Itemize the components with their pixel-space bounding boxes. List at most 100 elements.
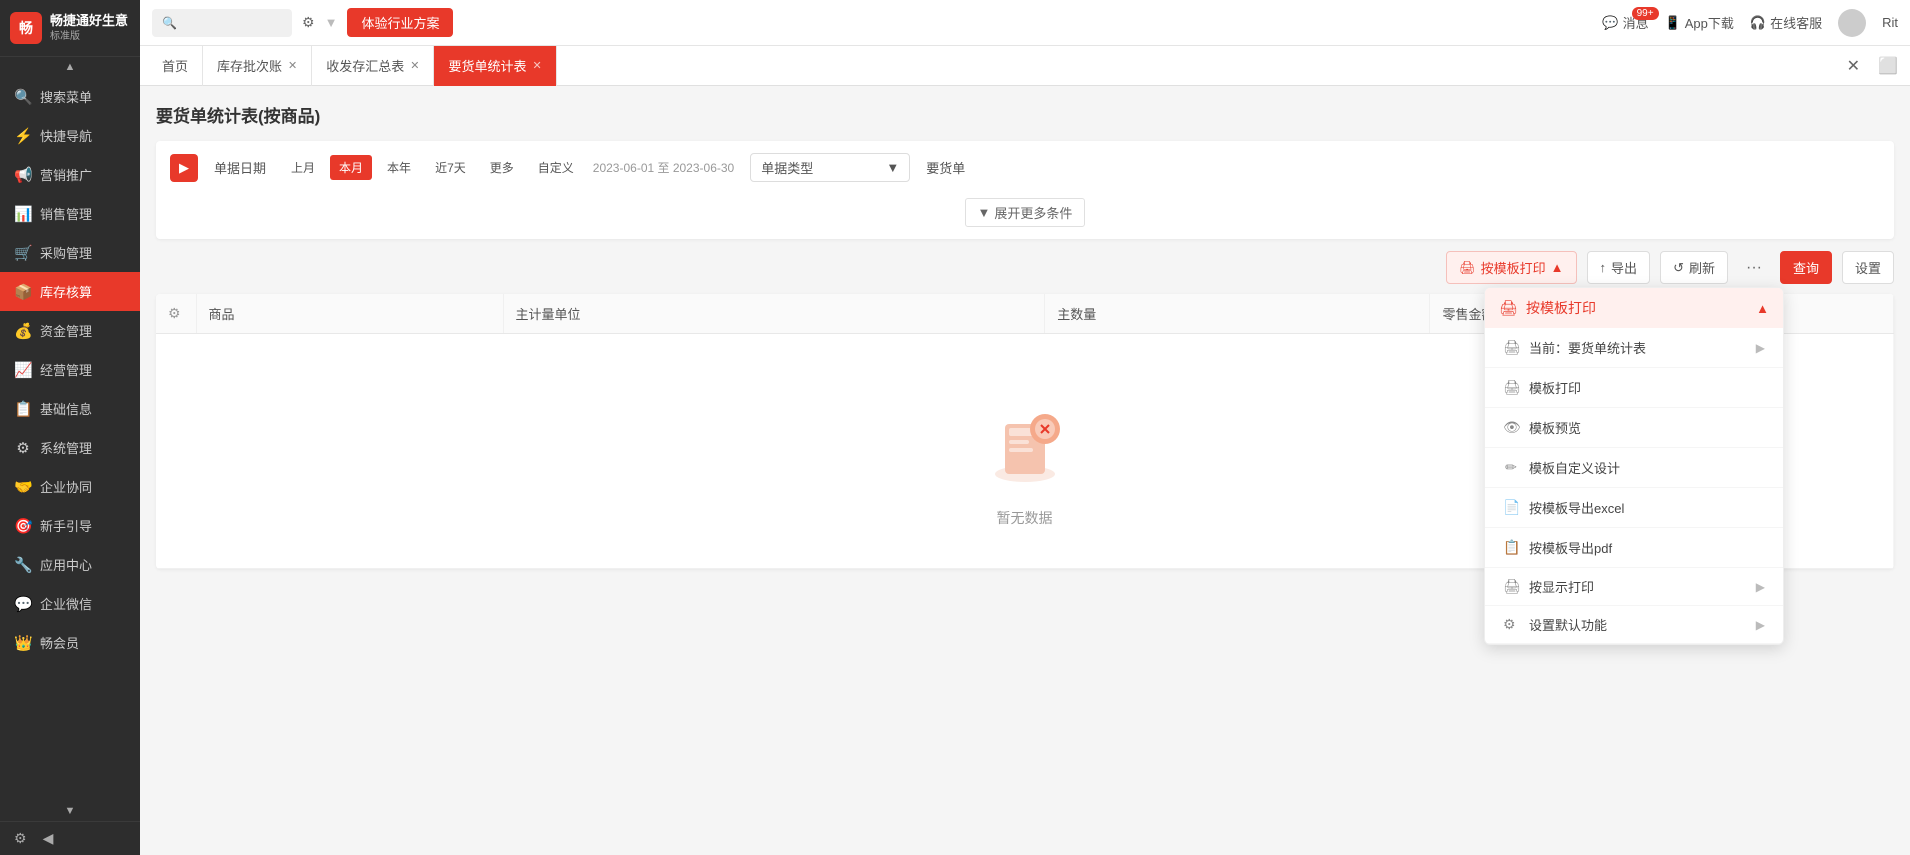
tab-inventory-batch[interactable]: 库存批次账 ✕ [203, 46, 312, 86]
sidebar-item-beginner[interactable]: 🎯 新手引导 [0, 506, 140, 545]
app-download-item[interactable]: 📱 App下载 [1665, 13, 1734, 32]
settings-footer-icon[interactable]: ⚙ [14, 830, 27, 847]
sidebar-item-purchase[interactable]: 🛒 采购管理 [0, 233, 140, 272]
sidebar-logo: 畅 畅捷通好生意 标准版 [0, 0, 140, 57]
expand-icon: ▼ [978, 205, 991, 220]
date-btn-custom[interactable]: 自定义 [529, 155, 583, 180]
trial-button[interactable]: 体验行业方案 [347, 8, 453, 37]
printer-icon: 🖨 [1459, 260, 1476, 276]
settings-button[interactable]: 设置 [1842, 251, 1894, 284]
refresh-button[interactable]: ↺ 刷新 [1660, 251, 1728, 284]
date-btn-last-month[interactable]: 上月 [282, 155, 324, 180]
print-template-button[interactable]: 🖨 按模板打印 ▲ [1446, 251, 1576, 284]
dropdown-item-export-pdf[interactable]: 📋 按模板导出pdf [1485, 528, 1783, 568]
export-label: 导出 [1611, 258, 1637, 277]
sidebar-item-apps[interactable]: 🔧 应用中心 [0, 545, 140, 584]
empty-illustration [975, 394, 1075, 494]
refresh-icon: ↺ [1673, 260, 1684, 276]
dropdown-header[interactable]: 🖨 按模板打印 ▲ [1485, 288, 1783, 328]
dropdown-item-preview[interactable]: 👁 模板预览 [1485, 408, 1783, 448]
dropdown-collapse-icon[interactable]: ▲ [1756, 301, 1769, 316]
tab-summary[interactable]: 收发存汇总表 ✕ [312, 46, 434, 86]
date-btn-7days[interactable]: 近7天 [426, 155, 475, 180]
excel-icon: 📄 [1503, 499, 1519, 516]
dropdown-item-print[interactable]: 🖨 模板打印 [1485, 368, 1783, 408]
filter-section: ▶ 单据日期 上月 本月 本年 近7天 更多 自定义 2023-06-01 至 … [156, 141, 1894, 239]
sidebar-item-label: 新手引导 [40, 516, 92, 535]
sidebar-item-member[interactable]: 👑 畅会员 [0, 623, 140, 662]
collapse-footer-icon[interactable]: ◀ [43, 830, 54, 847]
date-btn-more[interactable]: 更多 [481, 155, 523, 180]
tab-close-icon[interactable]: ✕ [288, 59, 297, 72]
refresh-label: 刷新 [1689, 258, 1715, 277]
app-download-label: App下载 [1685, 13, 1734, 32]
sidebar-item-inventory[interactable]: 📦 库存核算 [0, 272, 140, 311]
type-select[interactable]: 单据类型 ▼ [750, 153, 910, 182]
date-btn-this-year[interactable]: 本年 [378, 155, 420, 180]
dropdown-item-export-excel[interactable]: 📄 按模板导出excel [1485, 488, 1783, 528]
filter-row: ▶ 单据日期 上月 本月 本年 近7天 更多 自定义 2023-06-01 至 … [170, 153, 1880, 182]
messages-item[interactable]: 💬 消息 99+ [1602, 13, 1648, 32]
dropdown-section-defaults[interactable]: ⚙ 设置默认功能 ▶ [1485, 606, 1783, 644]
pdf-icon: 📋 [1503, 539, 1519, 556]
sidebar-item-sales[interactable]: 📊 销售管理 [0, 194, 140, 233]
sidebar-item-label: 销售管理 [40, 204, 92, 223]
sidebar-item-wechat[interactable]: 💬 企业微信 [0, 584, 140, 623]
topbar-search-box[interactable]: 🔍 [152, 9, 292, 37]
system-icon: ⚙ [14, 439, 32, 457]
date-options: 上月 本月 本年 近7天 更多 自定义 2023-06-01 至 2023-06… [282, 155, 734, 180]
sidebar-item-quick-nav[interactable]: ⚡ 快捷导航 [0, 116, 140, 155]
tab-close-icon[interactable]: ✕ [533, 59, 542, 72]
date-range-display: 2023-06-01 至 2023-06-30 [593, 159, 734, 176]
sidebar-item-marketing[interactable]: 📢 营销推广 [0, 155, 140, 194]
quick-nav-icon: ⚡ [14, 127, 32, 145]
dropdown-design-label: 模板自定义设计 [1529, 458, 1765, 477]
topbar-chevron-icon[interactable]: ▼ [325, 15, 338, 30]
search-icon: 🔍 [14, 88, 32, 106]
export-button[interactable]: ↑ 导出 [1587, 251, 1651, 284]
close-window-btn[interactable]: ✕ [1843, 52, 1864, 80]
expand-more-button[interactable]: ▼ 展开更多条件 [965, 198, 1086, 227]
query-button[interactable]: 查询 [1780, 251, 1832, 284]
filter-expand-button[interactable]: ▶ [170, 154, 198, 182]
tab-close-icon[interactable]: ✕ [410, 59, 419, 72]
dropdown-header-label: 按模板打印 [1526, 298, 1596, 318]
topbar-settings-icon[interactable]: ⚙ [302, 14, 315, 31]
dropdown-item-custom-design[interactable]: ✏ 模板自定义设计 [1485, 448, 1783, 488]
wechat-icon: 💬 [14, 595, 32, 613]
tab-home-label: 首页 [162, 56, 188, 75]
user-avatar[interactable] [1838, 9, 1866, 37]
tab-home[interactable]: 首页 [148, 46, 203, 86]
sidebar-scroll-down[interactable]: ▼ [0, 801, 140, 821]
date-btn-this-month[interactable]: 本月 [330, 155, 372, 180]
sidebar-scroll-up[interactable]: ▲ [0, 57, 140, 77]
print-dropdown-panel: 🖨 按模板打印 ▲ 🖨 当前：要货单统计表 ▶ 🖨 模板打印 👁 模板预览 [1484, 287, 1784, 645]
topbar: 🔍 ⚙ ▼ 体验行业方案 💬 消息 99+ 📱 App下载 🎧 在线客服 Rit [140, 0, 1910, 46]
sidebar-item-system[interactable]: ⚙ 系统管理 [0, 428, 140, 467]
app-logo-icon: 畅 [10, 12, 42, 44]
export-icon: ↑ [1600, 260, 1607, 275]
toolbar: 🖨 按模板打印 ▲ ↑ 导出 ↺ 刷新 ··· 查询 设置 [156, 251, 1894, 284]
maximize-window-btn[interactable]: ⬜ [1874, 52, 1902, 80]
apps-icon: 🔧 [14, 556, 32, 574]
sidebar-item-label: 基础信息 [40, 399, 92, 418]
dropdown-section-display-print[interactable]: 🖨 按显示打印 ▶ [1485, 568, 1783, 606]
tab-order-stats[interactable]: 要货单统计表 ✕ [434, 46, 556, 86]
sidebar-item-basics[interactable]: 📋 基础信息 [0, 389, 140, 428]
online-service-item[interactable]: 🎧 在线客服 [1750, 13, 1822, 32]
sidebar-item-enterprise[interactable]: 🤝 企业协同 [0, 467, 140, 506]
page-content: 要货单统计表(按商品) ▶ 单据日期 上月 本月 本年 近7天 更多 自定义 2… [140, 86, 1910, 855]
sidebar-item-operations[interactable]: 📈 经营管理 [0, 350, 140, 389]
more-options-button[interactable]: ··· [1738, 255, 1770, 281]
dropdown-current-icon: 🖨 [1503, 339, 1519, 356]
messages-badge: 99+ [1632, 7, 1659, 20]
table-settings-icon[interactable]: ⚙ [168, 305, 181, 321]
finance-icon: 💰 [14, 322, 32, 340]
design-icon: ✏ [1503, 459, 1519, 476]
messages-icon: 💬 [1602, 15, 1618, 31]
print-icon: 🖨 [1503, 379, 1519, 396]
sidebar-item-finance[interactable]: 💰 资金管理 [0, 311, 140, 350]
dropdown-item-current[interactable]: 🖨 当前：要货单统计表 ▶ [1485, 328, 1783, 368]
sidebar-item-search[interactable]: 🔍 搜索菜单 [0, 77, 140, 116]
tab-label: 库存批次账 [217, 56, 282, 75]
